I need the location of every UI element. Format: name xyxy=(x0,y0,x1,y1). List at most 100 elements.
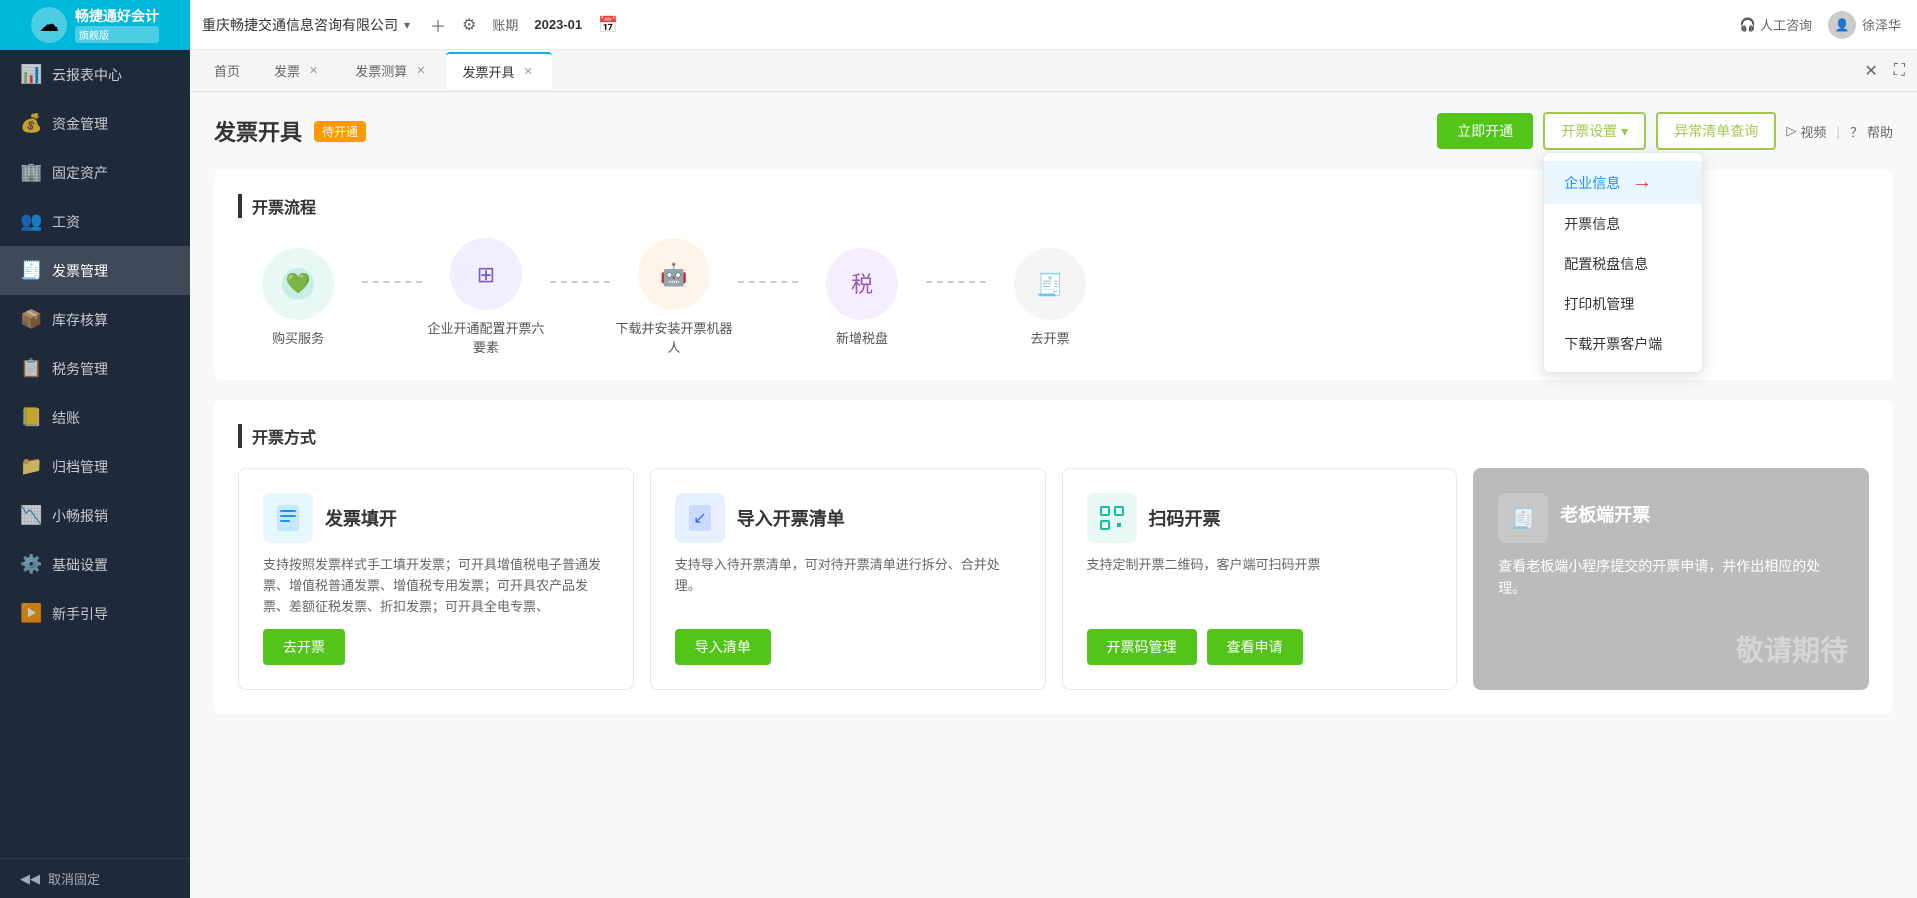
sidebar-item-assets[interactable]: 🏢 固定资产 xyxy=(0,148,190,197)
sidebar-item-guide[interactable]: ▶️ 新手引导 xyxy=(0,589,190,638)
flow-step-icon-1: 💚 xyxy=(262,248,334,320)
dropdown-item-tax-config[interactable]: 配置税盘信息 xyxy=(1544,244,1702,284)
sidebar: 📊 云报表中心 💰 资金管理 🏢 固定资产 👥 工资 🧾 发票管理 📦 xyxy=(0,50,190,898)
scan-invoice-icon xyxy=(1087,493,1137,543)
flow-step-1: 💚 购买服务 xyxy=(238,248,358,347)
guide-icon: ▶️ xyxy=(20,603,42,624)
sidebar-item-invoice[interactable]: 🧾 发票管理 xyxy=(0,246,190,295)
method-card-header: 🧾 老板端开票 xyxy=(1498,493,1844,543)
boss-invoice-icon: 🧾 xyxy=(1498,493,1548,543)
sidebar-item-tax[interactable]: 📋 税务管理 xyxy=(0,344,190,393)
sidebar-item-inventory[interactable]: 📦 库存核算 xyxy=(0,295,190,344)
method-desc: 支持定制开票二维码，客户端可扫码开票 xyxy=(1087,555,1433,617)
flow-step-icon-5: 🧾 xyxy=(1014,248,1086,320)
sidebar-item-funds[interactable]: 💰 资金管理 xyxy=(0,99,190,148)
fill-invoice-icon xyxy=(263,493,313,543)
sidebar-item-label: 库存核算 xyxy=(52,310,108,330)
flow-step-label-5: 去开票 xyxy=(1030,328,1069,347)
company-selector[interactable]: 重庆畅捷交通信息咨询有限公司 ▾ xyxy=(202,15,410,35)
chevron-down-icon: ▾ xyxy=(404,18,410,32)
tab-invoice-issue[interactable]: 发票开具 ✕ xyxy=(446,52,551,89)
abnormal-button[interactable]: 异常清单查询 xyxy=(1656,112,1776,150)
import-invoice-icon: ↙ xyxy=(675,493,725,543)
tab-invoice-calc[interactable]: 发票测算 ✕ xyxy=(339,53,444,88)
sidebar-item-expense[interactable]: 📉 小畅报销 xyxy=(0,491,190,540)
svg-text:💚: 💚 xyxy=(286,272,311,295)
video-button[interactable]: ▷ 视频 xyxy=(1786,122,1826,141)
flow-step-icon-3: 🤖 xyxy=(638,238,710,310)
view-apply-button[interactable]: 查看申请 xyxy=(1207,629,1303,665)
tab-label: 发票 xyxy=(274,61,300,80)
sidebar-item-reports[interactable]: 📊 云报表中心 xyxy=(0,50,190,99)
import-list-button[interactable]: 导入清单 xyxy=(675,629,771,665)
add-icon[interactable]: ＋ xyxy=(430,13,446,37)
tab-close-icon[interactable]: ✕ xyxy=(306,63,321,78)
dropdown-item-download-client[interactable]: 下载开票客户端 xyxy=(1544,324,1702,364)
method-desc: 支持按照发票样式手工填开发票；可开具增值税电子普通发票、增值税普通发票、增值税专… xyxy=(263,555,609,617)
method-title: 发票填开 xyxy=(325,505,397,531)
method-card-header: ↙ 导入开票清单 xyxy=(675,493,1021,543)
flow-step-label-1: 购买服务 xyxy=(272,328,324,347)
sidebar-item-label: 归档管理 xyxy=(52,457,108,477)
sidebar-item-label: 基础设置 xyxy=(52,555,108,575)
method-footer: 去开票 xyxy=(263,629,609,665)
page-content: 发票开具 待开通 立即开通 开票设置 ▾ 企业信息 → xyxy=(190,92,1917,898)
fill-invoice-button[interactable]: 去开票 xyxy=(263,629,345,665)
content-area: 首页 发票 ✕ 发票测算 ✕ 发票开具 ✕ ✕ ⛶ 发票开具 xyxy=(190,50,1917,898)
method-card-fill: 发票填开 支持按照发票样式手工填开发票；可开具增值税电子普通发票、增值税普通发票… xyxy=(238,468,634,690)
sidebar-item-label: 云报表中心 xyxy=(52,65,122,85)
sidebar-pin-button[interactable]: ◀◀ 取消固定 xyxy=(0,858,190,898)
sidebar-item-settlement[interactable]: 📒 结账 xyxy=(0,393,190,442)
assets-icon: 🏢 xyxy=(20,162,42,183)
expand-tab-icon[interactable]: ⛶ xyxy=(1890,58,1909,84)
flow-divider-2 xyxy=(550,281,610,283)
user-info[interactable]: 👤 徐泽华 xyxy=(1828,11,1901,39)
svg-text:税: 税 xyxy=(851,272,873,297)
video-icon: ▷ xyxy=(1786,123,1796,139)
chevron-down-icon: ▾ xyxy=(1621,123,1628,140)
tab-close-icon[interactable]: ✕ xyxy=(413,63,428,78)
svg-text:↙: ↙ xyxy=(693,510,706,527)
sidebar-item-payroll[interactable]: 👥 工资 xyxy=(0,197,190,246)
sidebar-item-settings[interactable]: ⚙️ 基础设置 xyxy=(0,540,190,589)
method-footer: 开票码管理 查看申请 xyxy=(1087,629,1433,665)
calendar-icon[interactable]: 📅 xyxy=(598,15,618,35)
scan-code-manage-button[interactable]: 开票码管理 xyxy=(1087,629,1197,665)
headset-icon: 🎧 xyxy=(1740,17,1756,33)
svg-text:🧾: 🧾 xyxy=(1511,506,1536,530)
help-button[interactable]: ？ 帮助 xyxy=(1850,122,1893,141)
tab-home[interactable]: 首页 xyxy=(198,53,256,88)
close-tab-icon[interactable]: ✕ xyxy=(1860,57,1881,85)
flow-step-icon-2: ⊞ xyxy=(450,238,522,310)
payroll-icon: 👥 xyxy=(20,211,42,232)
consult-button[interactable]: 🎧 人工咨询 xyxy=(1740,15,1812,34)
dropdown-item-company[interactable]: 企业信息 → xyxy=(1544,161,1702,204)
tab-label: 发票开具 xyxy=(462,62,514,81)
settings-button[interactable]: 开票设置 ▾ xyxy=(1543,112,1646,150)
reports-icon: 📊 xyxy=(20,64,42,85)
tab-right-actions: ✕ ⛶ xyxy=(1860,57,1909,85)
app-logo-text: 畅捷通好会计 旗舰版 xyxy=(75,6,159,43)
sidebar-item-label: 固定资产 xyxy=(52,163,108,183)
methods-section-title: 开票方式 xyxy=(238,424,1869,448)
sidebar-item-archive[interactable]: 📁 归档管理 xyxy=(0,442,190,491)
methods-grid: 发票填开 支持按照发票样式手工填开发票；可开具增值税电子普通发票、增值税普通发票… xyxy=(238,468,1869,690)
sidebar-item-label: 小畅报销 xyxy=(52,506,108,526)
dropdown-item-invoice-info[interactable]: 开票信息 xyxy=(1544,204,1702,244)
red-arrow-icon: → xyxy=(1632,171,1652,194)
page-title: 发票开具 xyxy=(214,115,302,147)
settings-icon[interactable]: ⚙ xyxy=(462,15,476,35)
sidebar-item-label: 新手引导 xyxy=(52,604,108,624)
flow-divider-1 xyxy=(362,281,422,283)
method-card-import: ↙ 导入开票清单 支持导入待开票清单，可对待开票清单进行拆分、合并处理。 导入清… xyxy=(650,468,1046,690)
avatar: 👤 xyxy=(1828,11,1856,39)
methods-section: 开票方式 发票填开 支持按照发票样式手工填开发票；可开具增值税电子普通发票、增值… xyxy=(214,400,1893,714)
flow-step-label-2: 企业开通配置开票六要素 xyxy=(426,318,546,356)
flow-step-label-3: 下载并安装开票机器人 xyxy=(614,318,734,356)
tab-close-icon[interactable]: ✕ xyxy=(521,64,536,79)
main-layout: 📊 云报表中心 💰 资金管理 🏢 固定资产 👥 工资 🧾 发票管理 📦 xyxy=(0,50,1917,898)
dropdown-item-printer[interactable]: 打印机管理 xyxy=(1544,284,1702,324)
activate-button[interactable]: 立即开通 xyxy=(1437,113,1533,149)
flow-step-5: 🧾 去开票 xyxy=(990,248,1110,347)
tab-invoice[interactable]: 发票 ✕ xyxy=(258,53,337,88)
